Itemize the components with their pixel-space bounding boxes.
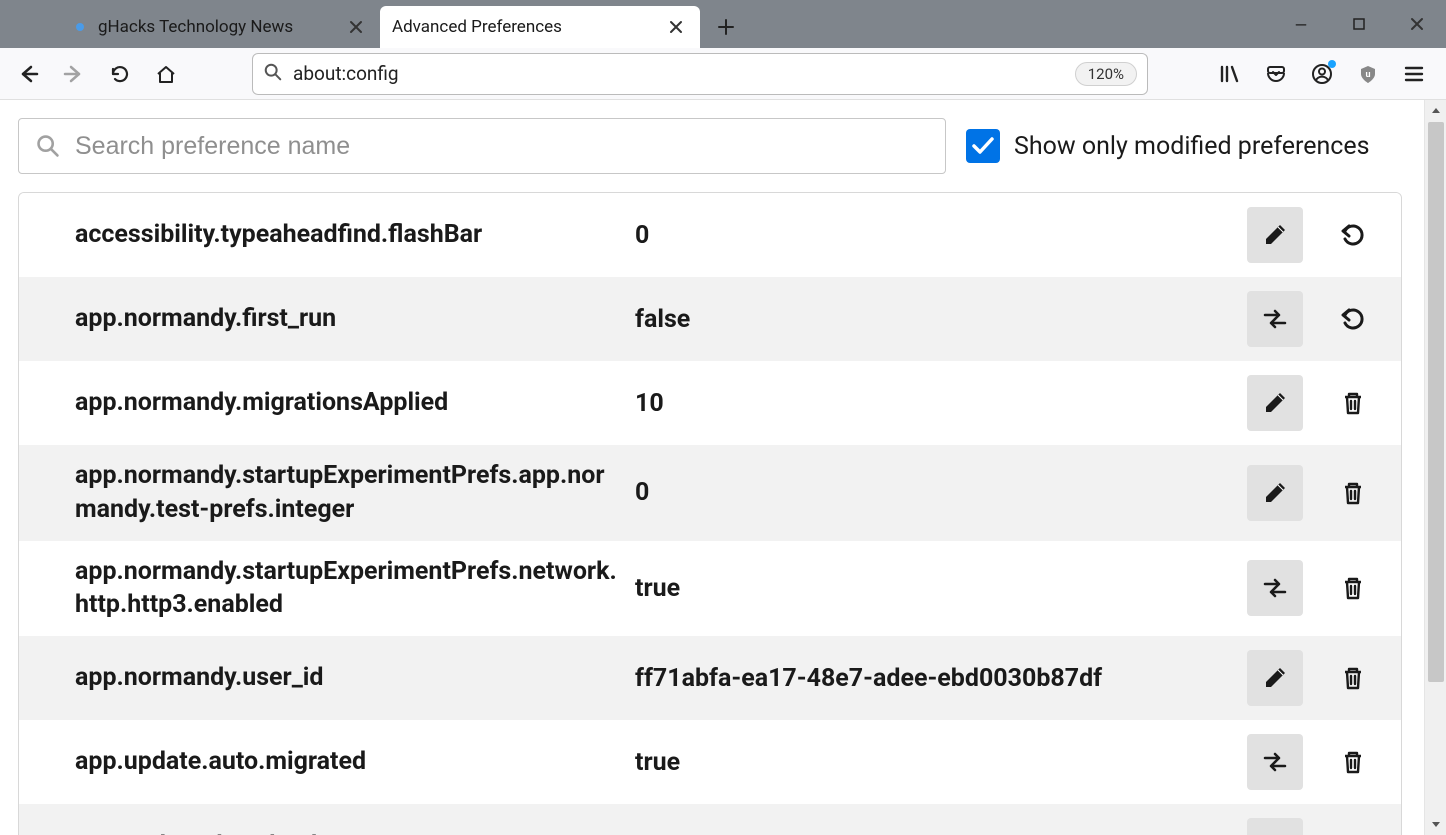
ublock-button[interactable]: [1350, 56, 1386, 92]
tab-advanced-prefs[interactable]: Advanced Preferences: [380, 6, 700, 48]
edit-button[interactable]: [1247, 818, 1303, 835]
pref-name: app.update.download.attempts: [75, 829, 635, 835]
delete-button[interactable]: [1325, 560, 1381, 616]
url-text: about:config: [293, 62, 1065, 85]
pref-value: 10: [635, 389, 1247, 418]
pref-row: app.normandy.migrationsApplied10: [19, 361, 1401, 445]
pref-value: 0: [635, 478, 1247, 507]
pref-name: app.normandy.user_id: [75, 661, 635, 695]
titlebar: gHacks Technology News Advanced Preferen…: [0, 0, 1446, 48]
pref-name: accessibility.typeaheadfind.flashBar: [75, 218, 635, 252]
pref-value: true: [635, 748, 1247, 777]
edit-button[interactable]: [1247, 207, 1303, 263]
toggle-button[interactable]: [1247, 560, 1303, 616]
tab-close-button[interactable]: [664, 15, 688, 39]
app-menu-button[interactable]: [1396, 56, 1432, 92]
edit-button[interactable]: [1247, 375, 1303, 431]
reset-button[interactable]: [1325, 291, 1381, 347]
pref-actions: [1247, 207, 1381, 263]
notification-dot-icon: [1328, 60, 1336, 68]
search-icon: [35, 133, 61, 159]
pref-actions: [1247, 734, 1381, 790]
pref-actions: [1247, 560, 1381, 616]
pref-actions: [1247, 818, 1381, 835]
pref-actions: [1247, 375, 1381, 431]
window-close-button[interactable]: [1388, 0, 1446, 48]
favicon-dot-icon: [76, 23, 84, 31]
pref-search-box[interactable]: [18, 118, 946, 174]
delete-button[interactable]: [1325, 465, 1381, 521]
pref-name: app.normandy.first_run: [75, 302, 635, 336]
edit-button[interactable]: [1247, 465, 1303, 521]
tab-title: gHacks Technology News: [98, 17, 334, 37]
toggle-button[interactable]: [1247, 291, 1303, 347]
navbar: about:config 120%: [0, 48, 1446, 100]
pref-value: ff71abfa-ea17-48e7-adee-ebd0030b87df: [635, 664, 1247, 693]
pref-row: app.update.auto.migratedtrue: [19, 720, 1401, 804]
pref-name: app.normandy.startupExperimentPrefs.netw…: [75, 555, 635, 623]
pref-row: app.update.download.attempts0: [19, 804, 1401, 835]
pref-search-input[interactable]: [75, 132, 929, 161]
scroll-down-button[interactable]: [1425, 813, 1446, 835]
delete-button[interactable]: [1325, 818, 1381, 835]
nav-reload-button[interactable]: [102, 56, 138, 92]
pref-row: app.normandy.first_runfalse: [19, 277, 1401, 361]
pref-actions: [1247, 291, 1381, 347]
nav-forward-button[interactable]: [56, 56, 92, 92]
vertical-scrollbar[interactable]: [1424, 100, 1446, 835]
reset-button[interactable]: [1325, 207, 1381, 263]
pref-row: app.normandy.user_idff71abfa-ea17-48e7-a…: [19, 636, 1401, 720]
url-bar[interactable]: about:config 120%: [252, 53, 1148, 95]
search-icon: [263, 62, 283, 86]
pref-actions: [1247, 650, 1381, 706]
pref-value: false: [635, 305, 1247, 334]
scroll-up-button[interactable]: [1425, 100, 1446, 122]
tab-close-button[interactable]: [344, 15, 368, 39]
delete-button[interactable]: [1325, 734, 1381, 790]
library-button[interactable]: [1212, 56, 1248, 92]
delete-button[interactable]: [1325, 375, 1381, 431]
scrollbar-thumb[interactable]: [1428, 122, 1444, 682]
toggle-button[interactable]: [1247, 734, 1303, 790]
content-area: Show only modified preferences accessibi…: [0, 100, 1446, 835]
pref-value: true: [635, 574, 1247, 603]
window-minimize-button[interactable]: [1272, 0, 1330, 48]
pref-name: app.update.auto.migrated: [75, 745, 635, 779]
edit-button[interactable]: [1247, 650, 1303, 706]
window-maximize-button[interactable]: [1330, 0, 1388, 48]
pref-name: app.normandy.startupExperimentPrefs.app.…: [75, 459, 635, 527]
nav-home-button[interactable]: [148, 56, 184, 92]
window-controls: [1272, 0, 1446, 48]
pref-actions: [1247, 465, 1381, 521]
tab-ghacks[interactable]: gHacks Technology News: [60, 6, 380, 48]
zoom-badge[interactable]: 120%: [1075, 62, 1137, 86]
show-modified-label: Show only modified preferences: [1014, 132, 1370, 161]
pref-name: app.normandy.migrationsApplied: [75, 386, 635, 420]
pref-row: app.normandy.startupExperimentPrefs.app.…: [19, 445, 1401, 541]
account-button[interactable]: [1304, 56, 1340, 92]
pref-value: 0: [635, 832, 1247, 835]
pref-table: accessibility.typeaheadfind.flashBar0app…: [18, 192, 1402, 835]
pref-value: 0: [635, 221, 1247, 250]
delete-button[interactable]: [1325, 650, 1381, 706]
nav-back-button[interactable]: [10, 56, 46, 92]
pref-row: accessibility.typeaheadfind.flashBar0: [19, 193, 1401, 277]
pocket-button[interactable]: [1258, 56, 1294, 92]
show-modified-checkbox[interactable]: [966, 129, 1000, 163]
pref-row: app.normandy.startupExperimentPrefs.netw…: [19, 541, 1401, 637]
tab-title: Advanced Preferences: [392, 17, 654, 37]
new-tab-button[interactable]: [706, 7, 746, 47]
